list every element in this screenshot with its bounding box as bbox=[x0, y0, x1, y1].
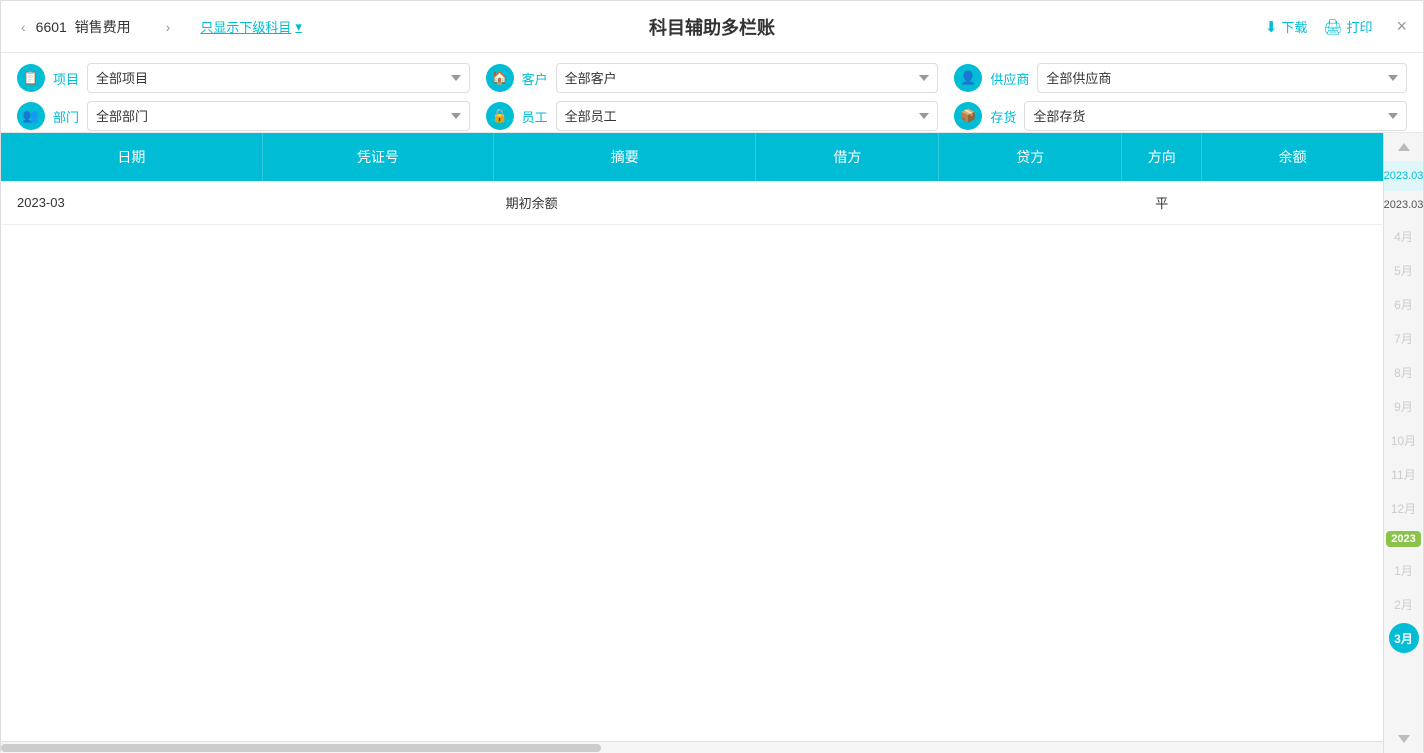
sidebar-period-sub[interactable]: 2023.03 bbox=[1384, 191, 1423, 219]
project-icon: 📋 bbox=[17, 64, 45, 92]
inventory-label: 存货 bbox=[990, 107, 1016, 126]
account-name: 销售费用 bbox=[75, 19, 131, 35]
download-icon: ⬇ bbox=[1265, 18, 1278, 36]
sidebar-month-12[interactable]: 12月 bbox=[1384, 491, 1423, 525]
table-container[interactable]: 日期 凭证号 摘要 借方 贷方 方向 余额 2023-03 bbox=[1, 133, 1383, 741]
cell-debit bbox=[756, 181, 939, 225]
project-label: 项目 bbox=[53, 69, 79, 88]
cell-balance bbox=[1202, 181, 1383, 225]
sidebar-month-10[interactable]: 10月 bbox=[1384, 423, 1423, 457]
customer-label: 客户 bbox=[522, 69, 548, 88]
sidebar-months: 2023.03 2023.03 4月 5月 6月 7月 8月 9月 10月 11… bbox=[1384, 161, 1423, 725]
col-voucher: 凭证号 bbox=[262, 133, 493, 181]
page-title: 科目辅助多栏账 bbox=[649, 14, 775, 40]
department-select[interactable]: 全部部门 bbox=[87, 101, 470, 131]
department-icon: 👥 bbox=[17, 102, 45, 130]
table-area: 日期 凭证号 摘要 借方 贷方 方向 余额 2023-03 bbox=[1, 133, 1423, 753]
col-date: 日期 bbox=[1, 133, 262, 181]
cell-credit bbox=[939, 181, 1122, 225]
employee-select[interactable]: 全部员工 bbox=[556, 101, 939, 131]
show-sub-dropdown-icon: ▾ bbox=[295, 19, 302, 35]
next-account-arrow[interactable]: › bbox=[162, 17, 175, 37]
print-button[interactable]: 🖨 打印 bbox=[1323, 17, 1372, 36]
account-label: 6601 销售费用 bbox=[36, 17, 156, 37]
horizontal-scrollbar[interactable] bbox=[1, 741, 1423, 753]
main-window: ‹ 6601 销售费用 › 只显示下级科目 ▾ 科目辅助多栏账 ⬇ 下载 🖨 打… bbox=[0, 0, 1424, 752]
col-direction: 方向 bbox=[1122, 133, 1202, 181]
employee-icon: 🔒 bbox=[486, 102, 514, 130]
sidebar-period-header[interactable]: 2023.03 bbox=[1384, 161, 1423, 191]
year-badge-label: 2023 bbox=[1386, 531, 1420, 547]
col-debit: 借方 bbox=[756, 133, 939, 181]
download-button[interactable]: ⬇ 下载 bbox=[1265, 17, 1308, 36]
prev-account-arrow[interactable]: ‹ bbox=[17, 17, 30, 37]
sidebar-year-badge[interactable]: 2023 bbox=[1384, 525, 1423, 553]
cell-direction: 平 bbox=[1122, 181, 1202, 225]
cell-summary: 期初余额 bbox=[494, 181, 756, 225]
sidebar-month-6[interactable]: 6月 bbox=[1384, 287, 1423, 321]
account-nav: ‹ 6601 销售费用 › 只显示下级科目 ▾ bbox=[17, 17, 302, 37]
show-sub-label: 只显示下级科目 bbox=[200, 17, 291, 36]
table-row: 2023-03 期初余额 平 bbox=[1, 181, 1383, 225]
cell-date: 2023-03 bbox=[1, 181, 262, 225]
sidebar-month-3-active[interactable]: 3月 bbox=[1384, 621, 1423, 655]
filter-bar: 📋 项目 全部项目 🏠 客户 全部客户 👤 供应商 全部供应商 bbox=[1, 53, 1423, 133]
cell-voucher bbox=[262, 181, 493, 225]
sidebar-month-2[interactable]: 2月 bbox=[1384, 587, 1423, 621]
right-sidebar: 2023.03 2023.03 4月 5月 6月 7月 8月 9月 10月 11… bbox=[1383, 133, 1423, 753]
employee-label: 员工 bbox=[522, 107, 548, 126]
inventory-select[interactable]: 全部存货 bbox=[1024, 101, 1407, 131]
top-bar: ‹ 6601 销售费用 › 只显示下级科目 ▾ 科目辅助多栏账 ⬇ 下载 🖨 打… bbox=[1, 1, 1423, 53]
close-button[interactable]: × bbox=[1396, 16, 1407, 37]
filter-project: 📋 项目 全部项目 bbox=[17, 63, 470, 93]
col-balance: 余额 bbox=[1202, 133, 1383, 181]
filter-inventory: 📦 存货 全部存货 bbox=[954, 101, 1407, 131]
print-label: 打印 bbox=[1346, 17, 1372, 36]
inventory-icon: 📦 bbox=[954, 102, 982, 130]
sidebar-month-4[interactable]: 4月 bbox=[1384, 219, 1423, 253]
sidebar-month-1[interactable]: 1月 bbox=[1384, 553, 1423, 587]
supplier-label: 供应商 bbox=[990, 69, 1029, 88]
top-actions: ⬇ 下载 🖨 打印 × bbox=[1265, 16, 1407, 37]
show-sub-button[interactable]: 只显示下级科目 ▾ bbox=[200, 17, 302, 36]
filter-department: 👥 部门 全部部门 bbox=[17, 101, 470, 131]
download-label: 下载 bbox=[1281, 17, 1307, 36]
customer-icon: 🏠 bbox=[486, 64, 514, 92]
sidebar-month-9[interactable]: 9月 bbox=[1384, 389, 1423, 423]
print-icon: 🖨 bbox=[1323, 18, 1342, 36]
data-table: 日期 凭证号 摘要 借方 贷方 方向 余额 2023-03 bbox=[1, 133, 1383, 225]
department-label: 部门 bbox=[53, 107, 79, 126]
sidebar-up-arrow[interactable] bbox=[1384, 133, 1423, 161]
sidebar-down-arrow[interactable] bbox=[1384, 725, 1423, 753]
filter-customer: 🏠 客户 全部客户 bbox=[486, 63, 939, 93]
filter-employee: 🔒 员工 全部员工 bbox=[486, 101, 939, 131]
col-credit: 贷方 bbox=[939, 133, 1122, 181]
customer-select[interactable]: 全部客户 bbox=[556, 63, 939, 93]
filter-supplier: 👤 供应商 全部供应商 bbox=[954, 63, 1407, 93]
col-summary: 摘要 bbox=[494, 133, 756, 181]
project-select[interactable]: 全部项目 bbox=[87, 63, 470, 93]
supplier-select[interactable]: 全部供应商 bbox=[1037, 63, 1407, 93]
scrollbar-thumb[interactable] bbox=[1, 744, 601, 752]
supplier-icon: 👤 bbox=[954, 64, 982, 92]
sidebar-month-8[interactable]: 8月 bbox=[1384, 355, 1423, 389]
sidebar-month-5[interactable]: 5月 bbox=[1384, 253, 1423, 287]
sidebar-month-7[interactable]: 7月 bbox=[1384, 321, 1423, 355]
account-code: 6601 bbox=[36, 19, 67, 35]
sidebar-month-11[interactable]: 11月 bbox=[1384, 457, 1423, 491]
